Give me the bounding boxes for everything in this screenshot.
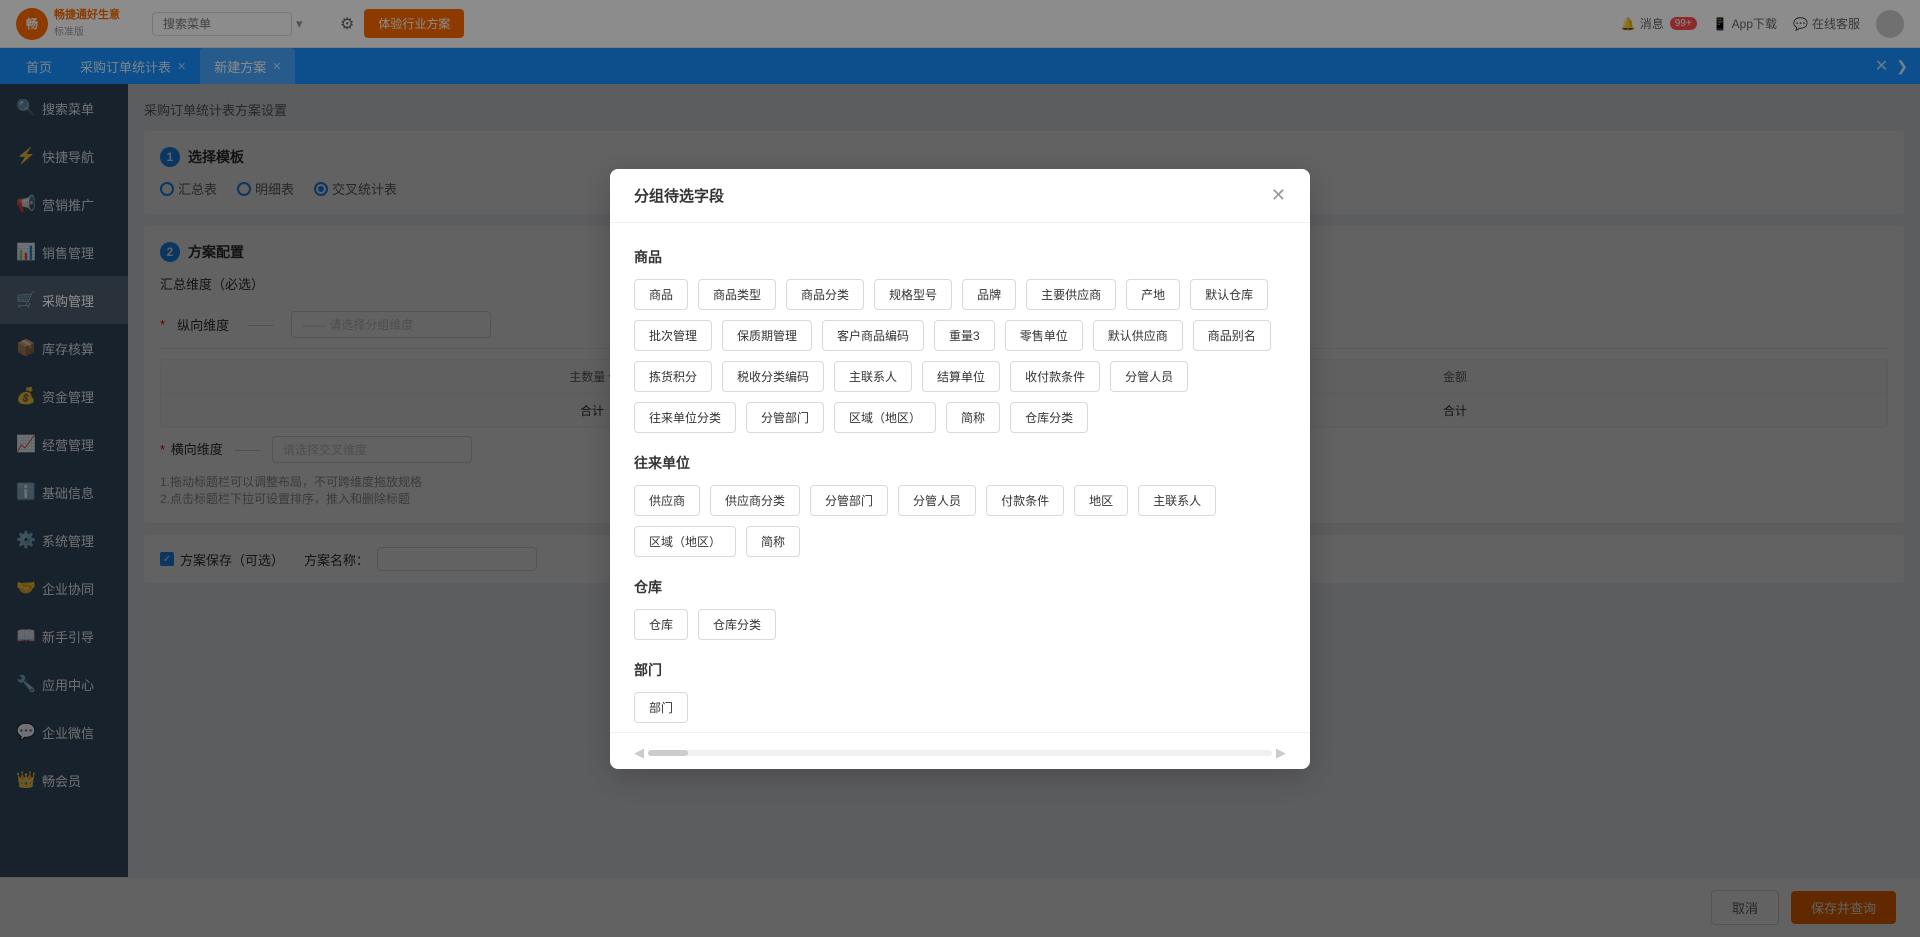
modal-field-tag[interactable]: 简称	[946, 402, 1000, 433]
modal-field-tag[interactable]: 供应商	[634, 485, 700, 516]
modal-field-tag[interactable]: 重量3	[934, 320, 995, 351]
modal-field-tag[interactable]: 分管人员	[1110, 361, 1188, 392]
h-scroll-bar-row: ◀ ▶	[634, 741, 1286, 765]
h-scroll-right-icon[interactable]: ▶	[1276, 745, 1286, 761]
modal-section-label-仓库: 仓库	[634, 577, 1286, 597]
modal-field-tag[interactable]: 地区	[1074, 485, 1128, 516]
modal-field-tag[interactable]: 区域（地区）	[834, 402, 936, 433]
modal-field-tag[interactable]: 产地	[1126, 279, 1180, 310]
modal-field-grid-部门: 部门	[634, 692, 1286, 723]
modal-field-tag[interactable]: 供应商分类	[710, 485, 800, 516]
modal-field-tag[interactable]: 主联系人	[834, 361, 912, 392]
modal-section-商品: 商品商品商品类型商品分类规格型号品牌主要供应商产地默认仓库批次管理保质期管理客户…	[634, 247, 1286, 433]
modal-hscroll-area: ◀ ▶	[610, 732, 1310, 769]
modal-field-tag[interactable]: 零售单位	[1005, 320, 1083, 351]
modal-field-tag[interactable]: 商品	[634, 279, 688, 310]
modal-group-fields: 分组待选字段 ✕ 商品商品商品类型商品分类规格型号品牌主要供应商产地默认仓库批次…	[610, 169, 1310, 769]
modal-section-label-商品: 商品	[634, 247, 1286, 267]
h-scroll-left-icon[interactable]: ◀	[634, 745, 644, 761]
modal-field-tag[interactable]: 商品类型	[698, 279, 776, 310]
modal-field-tag[interactable]: 仓库分类	[698, 609, 776, 640]
modal-field-tag[interactable]: 分管人员	[898, 485, 976, 516]
modal-field-tag[interactable]: 付款条件	[986, 485, 1064, 516]
modal-section-label-往来单位: 往来单位	[634, 453, 1286, 473]
modal-field-tag[interactable]: 客户商品编码	[822, 320, 924, 351]
modal-field-tag[interactable]: 默认仓库	[1190, 279, 1268, 310]
modal-field-tag[interactable]: 默认供应商	[1093, 320, 1183, 351]
modal-field-grid-仓库: 仓库仓库分类	[634, 609, 1286, 640]
h-scrollbar-thumb	[648, 750, 688, 756]
modal-field-tag[interactable]: 税收分类编码	[722, 361, 824, 392]
modal-section-仓库: 仓库仓库仓库分类	[634, 577, 1286, 640]
modal-field-tag[interactable]: 部门	[634, 692, 688, 723]
modal-field-tag[interactable]: 收付款条件	[1010, 361, 1100, 392]
modal-section-label-部门: 部门	[634, 660, 1286, 680]
modal-field-tag[interactable]: 简称	[746, 526, 800, 557]
modal-field-tag[interactable]: 拣货积分	[634, 361, 712, 392]
modal-field-tag[interactable]: 商品别名	[1193, 320, 1271, 351]
modal-field-tag[interactable]: 规格型号	[874, 279, 952, 310]
modal-field-tag[interactable]: 区域（地区）	[634, 526, 736, 557]
modal-title: 分组待选字段	[634, 185, 724, 206]
h-scrollbar[interactable]	[648, 750, 1272, 756]
modal-header: 分组待选字段 ✕	[610, 169, 1310, 223]
modal-section-往来单位: 往来单位供应商供应商分类分管部门分管人员付款条件地区主联系人区域（地区） 简称	[634, 453, 1286, 557]
modal-field-tag[interactable]: 仓库	[634, 609, 688, 640]
modal-field-tag[interactable]: 分管部门	[810, 485, 888, 516]
modal-field-tag[interactable]: 仓库分类	[1010, 402, 1088, 433]
modal-field-grid-往来单位: 供应商供应商分类分管部门分管人员付款条件地区主联系人区域（地区） 简称	[634, 485, 1286, 557]
modal-field-tag[interactable]: 保质期管理	[722, 320, 812, 351]
modal-field-tag[interactable]: 分管部门	[746, 402, 824, 433]
modal-field-tag[interactable]: 批次管理	[634, 320, 712, 351]
modal-field-tag[interactable]: 主要供应商	[1026, 279, 1116, 310]
modal-field-tag[interactable]: 商品分类	[786, 279, 864, 310]
modal-field-tag[interactable]: 结算单位	[922, 361, 1000, 392]
modal-body: 商品商品商品类型商品分类规格型号品牌主要供应商产地默认仓库批次管理保质期管理客户…	[610, 223, 1310, 732]
modal-close-btn[interactable]: ✕	[1271, 185, 1286, 206]
modal-section-部门: 部门部门	[634, 660, 1286, 723]
modal-field-tag[interactable]: 主联系人	[1138, 485, 1216, 516]
modal-field-tag[interactable]: 往来单位分类	[634, 402, 736, 433]
modal-field-grid-商品: 商品商品类型商品分类规格型号品牌主要供应商产地默认仓库批次管理保质期管理客户商品…	[634, 279, 1286, 433]
modal-field-tag[interactable]: 品牌	[962, 279, 1016, 310]
